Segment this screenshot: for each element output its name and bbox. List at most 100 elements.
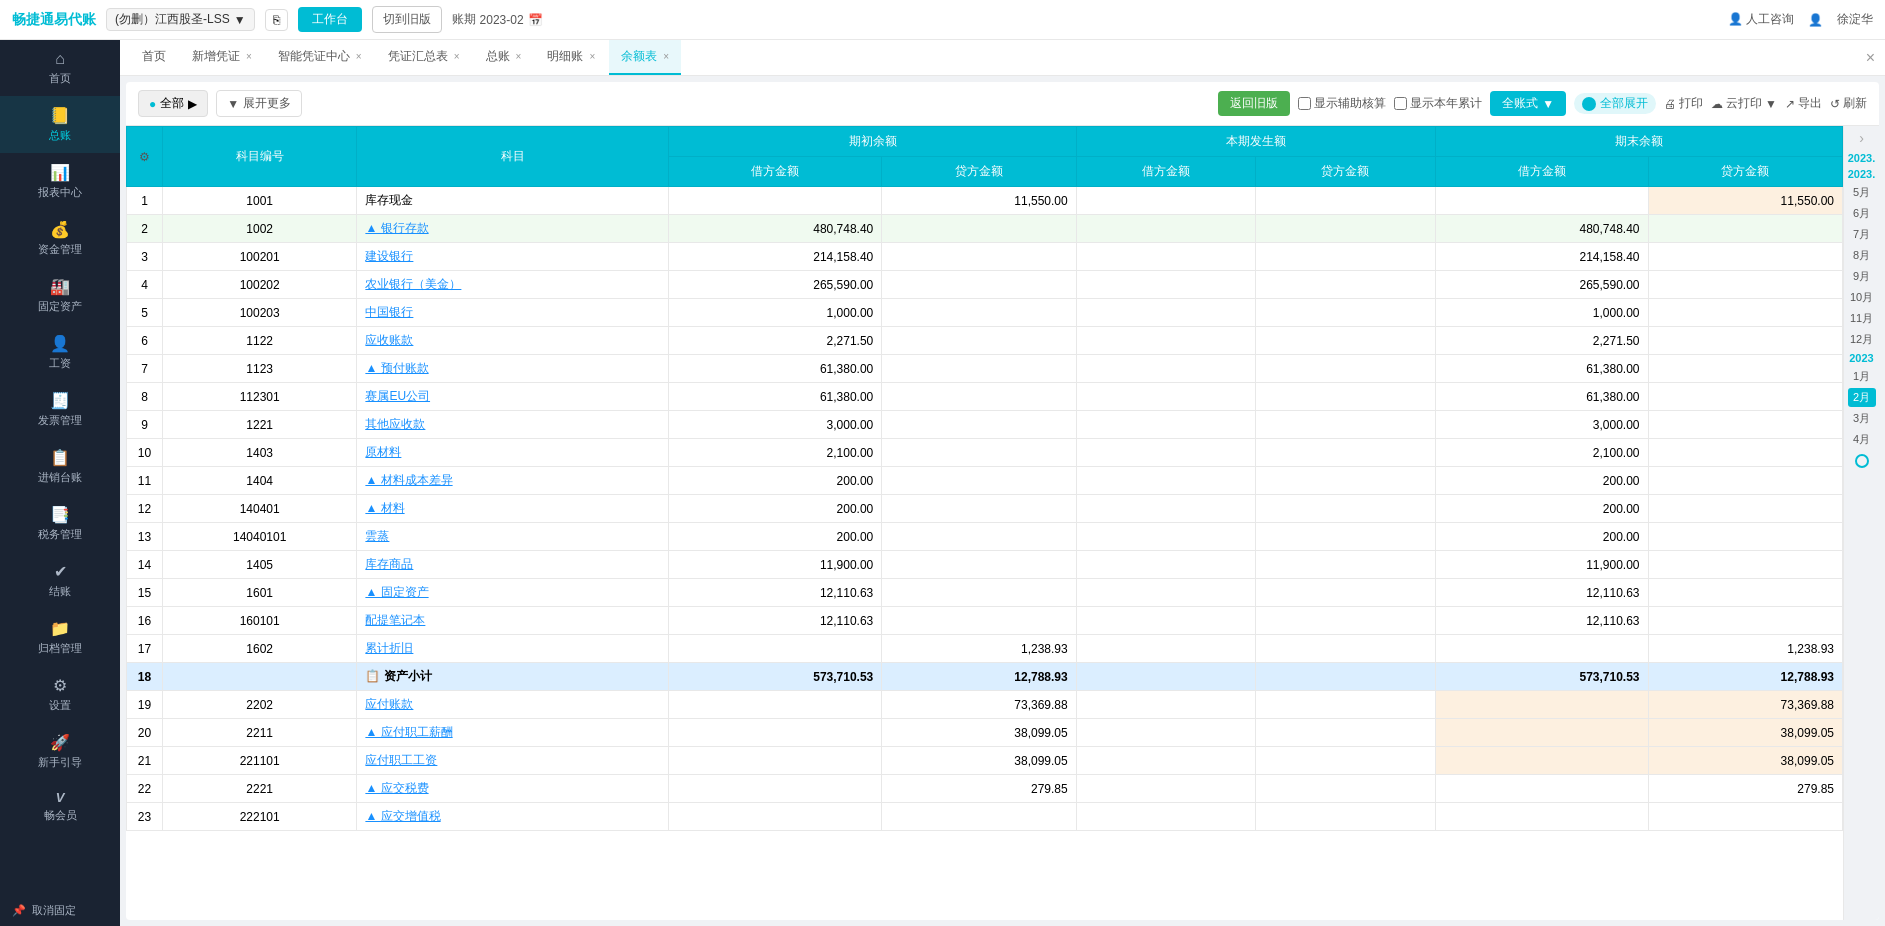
tab-detail-label: 明细账 xyxy=(547,48,583,65)
filter-button[interactable]: ● 全部 ▶ xyxy=(138,90,208,117)
table-row-name[interactable]: ▲ 应交税费 xyxy=(357,775,669,803)
tab-balance[interactable]: 余额表 × xyxy=(609,40,681,75)
sidebar-item-invoice[interactable]: 🧾 发票管理 xyxy=(0,381,120,438)
table-row-name[interactable]: 中国银行 xyxy=(357,299,669,327)
old-version-button[interactable]: 切到旧版 xyxy=(372,6,442,33)
check-aux-input[interactable] xyxy=(1298,97,1311,110)
sidebar-item-fixed[interactable]: 🏭 固定资产 xyxy=(0,267,120,324)
month-3[interactable]: 3月 xyxy=(1848,409,1876,428)
month-12[interactable]: 12月 xyxy=(1848,330,1876,349)
tab-balance-close[interactable]: × xyxy=(663,51,669,62)
sidebar-item-settings[interactable]: ⚙ 设置 xyxy=(0,666,120,723)
month-5[interactable]: 5月 xyxy=(1848,183,1876,202)
expand-button[interactable]: ▼ 展开更多 xyxy=(216,90,302,117)
right-panel: › 2023. 2023. 5月 6月 7月 8月 9月 10月 11月 12月… xyxy=(1843,126,1879,920)
user-avatar[interactable]: 👤 xyxy=(1808,13,1823,27)
tab-smart-voucher[interactable]: 智能凭证中心 × xyxy=(266,40,374,75)
month-7[interactable]: 7月 xyxy=(1848,225,1876,244)
calendar-icon[interactable]: 📅 xyxy=(528,13,543,27)
tab-add-voucher-label: 新增凭证 xyxy=(192,48,240,65)
sidebar-item-purchase[interactable]: 📋 进销台账 xyxy=(0,438,120,495)
table-row: 5100203中国银行1,000.001,000.00 xyxy=(127,299,1843,327)
print-button[interactable]: 🖨 打印 xyxy=(1664,95,1703,112)
tab-ledger-close[interactable]: × xyxy=(516,51,522,62)
table-row-name[interactable]: ▲ 材料成本差异 xyxy=(357,467,669,495)
purchase-icon: 📋 xyxy=(50,448,70,467)
month-6[interactable]: 6月 xyxy=(1848,204,1876,223)
tab-add-voucher[interactable]: 新增凭证 × xyxy=(180,40,264,75)
close-all-tabs-icon[interactable]: × xyxy=(1866,49,1875,67)
table-row-name[interactable]: 库存商品 xyxy=(357,551,669,579)
table-row-name[interactable]: 赛属EU公司 xyxy=(357,383,669,411)
table-row-name[interactable]: ▲ 银行存款 xyxy=(357,215,669,243)
sidebar-item-closing[interactable]: ✔ 结账 xyxy=(0,552,120,609)
tab-smart-voucher-close[interactable]: × xyxy=(356,51,362,62)
month-11[interactable]: 11月 xyxy=(1848,309,1876,328)
table-row-name[interactable]: ▲ 预付账款 xyxy=(357,355,669,383)
export-button[interactable]: ↗ 导出 xyxy=(1785,95,1822,112)
table-row-name[interactable]: 应付职工工资 xyxy=(357,747,669,775)
table-row-name[interactable]: 原材料 xyxy=(357,439,669,467)
panel-circle-icon[interactable] xyxy=(1855,454,1869,468)
tab-voucher-summary-close[interactable]: × xyxy=(454,51,460,62)
unpin-button[interactable]: 📌 取消固定 xyxy=(0,895,120,926)
month-10[interactable]: 10月 xyxy=(1848,288,1876,307)
table-cell-num xyxy=(882,355,1076,383)
year-2023-main[interactable]: 2023 xyxy=(1849,352,1873,364)
table-row-name[interactable]: 雲蒸 xyxy=(357,523,669,551)
sidebar-item-capital[interactable]: 💰 资金管理 xyxy=(0,210,120,267)
full-style-button[interactable]: 全账式 ▼ xyxy=(1490,91,1566,116)
filter-dot: ● xyxy=(149,97,156,111)
refresh-button[interactable]: ↺ 刷新 xyxy=(1830,95,1867,112)
tab-voucher-summary[interactable]: 凭证汇总表 × xyxy=(376,40,472,75)
sidebar-item-report[interactable]: 📊 报表中心 xyxy=(0,153,120,210)
table-row-name[interactable]: ▲ 固定资产 xyxy=(357,579,669,607)
table-row-name[interactable]: ▲ 材料 xyxy=(357,495,669,523)
table-row-no: 1 xyxy=(127,187,163,215)
table-row-name[interactable]: 配提笔记本 xyxy=(357,607,669,635)
gear-icon[interactable]: ⚙ xyxy=(139,150,150,164)
table-row-name[interactable]: 建设银行 xyxy=(357,243,669,271)
panel-expand-icon[interactable]: › xyxy=(1859,130,1864,146)
table-cell-num xyxy=(1648,243,1842,271)
table-row-name[interactable]: ▲ 应交增值税 xyxy=(357,803,669,831)
month-8[interactable]: 8月 xyxy=(1848,246,1876,265)
month-1[interactable]: 1月 xyxy=(1848,367,1876,386)
tab-add-voucher-close[interactable]: × xyxy=(246,51,252,62)
copy-icon-btn[interactable]: ⎘ xyxy=(265,9,288,31)
th-gear[interactable]: ⚙ xyxy=(127,127,163,187)
tab-ledger[interactable]: 总账 × xyxy=(474,40,534,75)
table-row-name[interactable]: 其他应收款 xyxy=(357,411,669,439)
month-2[interactable]: 2月 xyxy=(1848,388,1876,407)
check-ytd-input[interactable] xyxy=(1394,97,1407,110)
month-9[interactable]: 9月 xyxy=(1848,267,1876,286)
tab-detail[interactable]: 明细账 × xyxy=(535,40,607,75)
table-cell-num xyxy=(1076,355,1256,383)
check-aux-label[interactable]: 显示辅助核算 xyxy=(1298,95,1386,112)
sidebar-item-ledger[interactable]: 📒 总账 xyxy=(0,96,120,153)
workbench-button[interactable]: 工作台 xyxy=(298,7,362,32)
sidebar-item-member[interactable]: V 畅会员 xyxy=(0,780,120,833)
sidebar-item-tax[interactable]: 📑 税务管理 xyxy=(0,495,120,552)
table-row-name[interactable]: 农业银行（美金） xyxy=(357,271,669,299)
company-select[interactable]: (勿删）江西股圣-LSS ▼ xyxy=(106,8,255,31)
consult-btn[interactable]: 👤 人工咨询 xyxy=(1728,11,1794,28)
return-button[interactable]: 返回旧版 xyxy=(1218,91,1290,116)
table-row-name[interactable]: 应付账款 xyxy=(357,691,669,719)
sidebar-item-archive[interactable]: 📁 归档管理 xyxy=(0,609,120,666)
table-row-name[interactable]: 应收账款 xyxy=(357,327,669,355)
year-2023-top[interactable]: 2023. xyxy=(1848,152,1876,164)
sidebar-item-salary[interactable]: 👤 工资 xyxy=(0,324,120,381)
table-row-name[interactable]: 累计折旧 xyxy=(357,635,669,663)
tab-home[interactable]: 首页 xyxy=(130,40,178,75)
tab-detail-close[interactable]: × xyxy=(589,51,595,62)
year-2023-top2[interactable]: 2023. xyxy=(1848,168,1876,180)
cloud-print-button[interactable]: ☁ 云打印 ▼ xyxy=(1711,95,1777,112)
month-4[interactable]: 4月 xyxy=(1848,430,1876,449)
toggle-expand[interactable]: 全部展开 xyxy=(1574,93,1656,114)
table-row-no: 2 xyxy=(127,215,163,243)
check-ytd-label[interactable]: 显示本年累计 xyxy=(1394,95,1482,112)
sidebar-item-home[interactable]: ⌂ 首页 xyxy=(0,40,120,96)
table-row-name[interactable]: ▲ 应付职工薪酬 xyxy=(357,719,669,747)
sidebar-item-guide[interactable]: 🚀 新手引导 xyxy=(0,723,120,780)
